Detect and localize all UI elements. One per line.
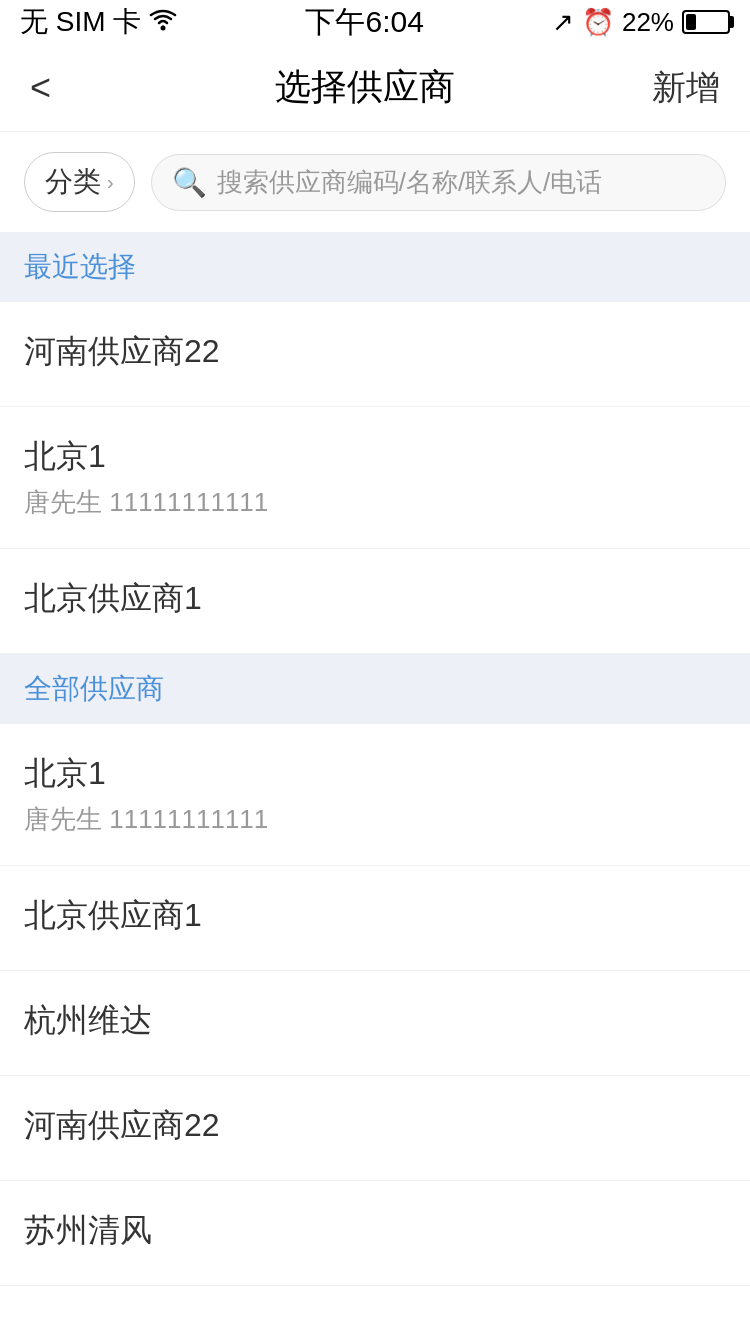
item-name: 北京1	[24, 752, 726, 796]
item-subtitle: 唐先生 11111111111	[24, 485, 726, 520]
status-bar: 无 SIM 卡 下午6:04 ↗ ⏰ 22%	[0, 0, 750, 44]
section-header-all: 全部供应商	[0, 654, 750, 724]
item-name: 河南供应商22	[24, 330, 726, 374]
item-name: 北京供应商1	[24, 894, 726, 938]
filter-bar: 分类 › 🔍 搜索供应商编码/名称/联系人/电话	[0, 132, 750, 232]
list-item[interactable]: 北京1 唐先生 11111111111	[0, 724, 750, 866]
section-header-recent: 最近选择	[0, 232, 750, 302]
alarm-icon: ⏰	[582, 7, 614, 38]
nav-bar: < 选择供应商 新增	[0, 44, 750, 132]
list-item[interactable]: 杭州维达	[0, 971, 750, 1076]
item-name: 河南供应商22	[24, 1104, 726, 1148]
item-name: 北京供应商1	[24, 577, 726, 621]
list-item[interactable]: 北京1 唐先生 11111111111	[0, 407, 750, 549]
list-item[interactable]: 苏州清风	[0, 1181, 750, 1286]
status-left: 无 SIM 卡	[20, 3, 177, 41]
status-time: 下午6:04	[305, 2, 423, 43]
item-name: 北京1	[24, 435, 726, 479]
page-title: 选择供应商	[90, 63, 640, 112]
back-button[interactable]: <	[30, 67, 90, 109]
list-item[interactable]: 北京供应商1	[0, 549, 750, 654]
search-input-placeholder[interactable]: 搜索供应商编码/名称/联系人/电话	[217, 165, 705, 200]
list-item[interactable]: 北京供应商1	[0, 866, 750, 971]
location-icon: ↗	[552, 7, 574, 38]
list-item[interactable]: 河南供应商22	[0, 1076, 750, 1181]
search-icon: 🔍	[172, 166, 207, 199]
wifi-icon	[149, 6, 177, 38]
svg-point-0	[161, 26, 166, 31]
item-subtitle: 唐先生 11111111111	[24, 802, 726, 837]
sections-container: 最近选择河南供应商22 北京1 唐先生 11111111111 北京供应商1 全部供应商…	[0, 232, 750, 1286]
add-button[interactable]: 新增	[640, 65, 720, 111]
sim-status: 无 SIM 卡	[20, 3, 141, 41]
chevron-right-icon: ›	[107, 171, 114, 194]
item-name: 苏州清风	[24, 1209, 726, 1253]
category-label: 分类	[45, 163, 101, 201]
category-filter-button[interactable]: 分类 ›	[24, 152, 135, 212]
battery-percent: 22%	[622, 7, 674, 38]
list-item[interactable]: 河南供应商22	[0, 302, 750, 407]
search-box[interactable]: 🔍 搜索供应商编码/名称/联系人/电话	[151, 154, 726, 211]
item-name: 杭州维达	[24, 999, 726, 1043]
battery-icon	[682, 10, 730, 34]
status-right: ↗ ⏰ 22%	[552, 7, 730, 38]
